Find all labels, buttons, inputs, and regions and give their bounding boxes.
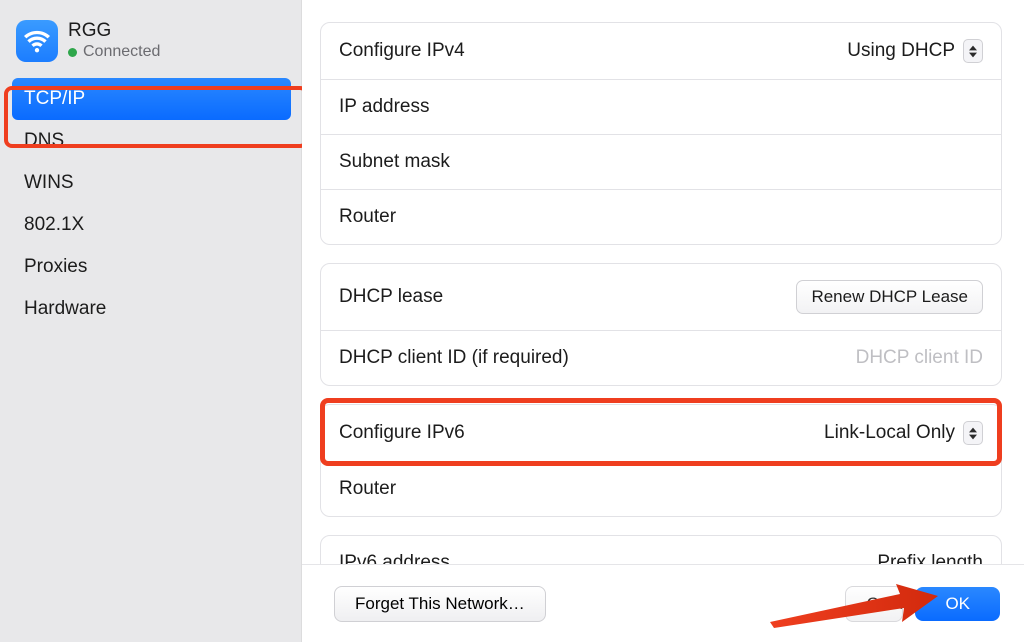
row-dhcp-clientid: DHCP client ID (if required) DHCP client… — [321, 330, 1001, 385]
row-ipv6-router: Router — [321, 461, 1001, 516]
status-dot-icon — [68, 48, 77, 57]
sidebar-item-proxies[interactable]: Proxies — [12, 246, 291, 288]
subnet-mask-label: Subnet mask — [339, 151, 450, 173]
network-status-label: Connected — [83, 43, 160, 61]
card-ipv4: Configure IPv4 Using DHCP IP address Sub… — [320, 22, 1002, 245]
wifi-icon — [16, 20, 58, 62]
dhcp-clientid-label: DHCP client ID (if required) — [339, 347, 569, 369]
network-header: RGG Connected — [12, 14, 291, 74]
configure-ipv4-select[interactable]: Using DHCP — [847, 39, 983, 63]
router-label: Router — [339, 206, 396, 228]
configure-ipv6-value: Link-Local Only — [824, 422, 955, 444]
sidebar-item-tcpip[interactable]: TCP/IP — [12, 78, 291, 120]
sidebar-item-label: 802.1X — [24, 214, 84, 235]
updown-icon — [963, 39, 983, 63]
sidebar: RGG Connected TCP/IP DNS WINS 802.1X Pro… — [0, 0, 302, 642]
card-ipv6: Configure IPv6 Link-Local Only Router — [320, 404, 1002, 517]
row-configure-ipv4: Configure IPv4 Using DHCP — [321, 23, 1001, 79]
dhcp-lease-label: DHCP lease — [339, 286, 443, 308]
renew-dhcp-lease-button[interactable]: Renew DHCP Lease — [796, 280, 983, 314]
sidebar-item-label: WINS — [24, 172, 74, 193]
card-dhcp: DHCP lease Renew DHCP Lease DHCP client … — [320, 263, 1002, 386]
configure-ipv6-label: Configure IPv6 — [339, 422, 465, 444]
sidebar-item-label: TCP/IP — [24, 88, 85, 109]
sidebar-item-label: DNS — [24, 130, 64, 151]
row-dhcp-lease: DHCP lease Renew DHCP Lease — [321, 264, 1001, 330]
sidebar-item-label: Hardware — [24, 298, 106, 319]
dhcp-clientid-input[interactable]: DHCP client ID — [856, 347, 983, 369]
sidebar-item-dns[interactable]: DNS — [12, 120, 291, 162]
ok-button[interactable]: OK — [915, 587, 1000, 621]
dialog-footer: Forget This Network… Cancel OK — [302, 564, 1024, 642]
sidebar-item-8021x[interactable]: 802.1X — [12, 204, 291, 246]
configure-ipv4-label: Configure IPv4 — [339, 40, 465, 62]
network-status: Connected — [68, 43, 160, 61]
sidebar-item-hardware[interactable]: Hardware — [12, 288, 291, 330]
sidebar-item-wins[interactable]: WINS — [12, 162, 291, 204]
sidebar-list: TCP/IP DNS WINS 802.1X Proxies Hardware — [12, 78, 291, 330]
row-subnet-mask: Subnet mask — [321, 134, 1001, 189]
sidebar-item-label: Proxies — [24, 256, 87, 277]
row-ip-address: IP address — [321, 79, 1001, 134]
updown-icon — [963, 421, 983, 445]
configure-ipv4-value: Using DHCP — [847, 40, 955, 62]
forget-network-button[interactable]: Forget This Network… — [334, 586, 546, 622]
row-configure-ipv6: Configure IPv6 Link-Local Only — [321, 405, 1001, 461]
configure-ipv6-select[interactable]: Link-Local Only — [824, 421, 983, 445]
network-name: RGG — [68, 21, 160, 41]
cancel-button[interactable]: Cancel — [845, 586, 903, 622]
content: Configure IPv4 Using DHCP IP address Sub… — [302, 0, 1024, 642]
ipv6-router-label: Router — [339, 478, 396, 500]
row-router: Router — [321, 189, 1001, 244]
ip-address-label: IP address — [339, 96, 429, 118]
